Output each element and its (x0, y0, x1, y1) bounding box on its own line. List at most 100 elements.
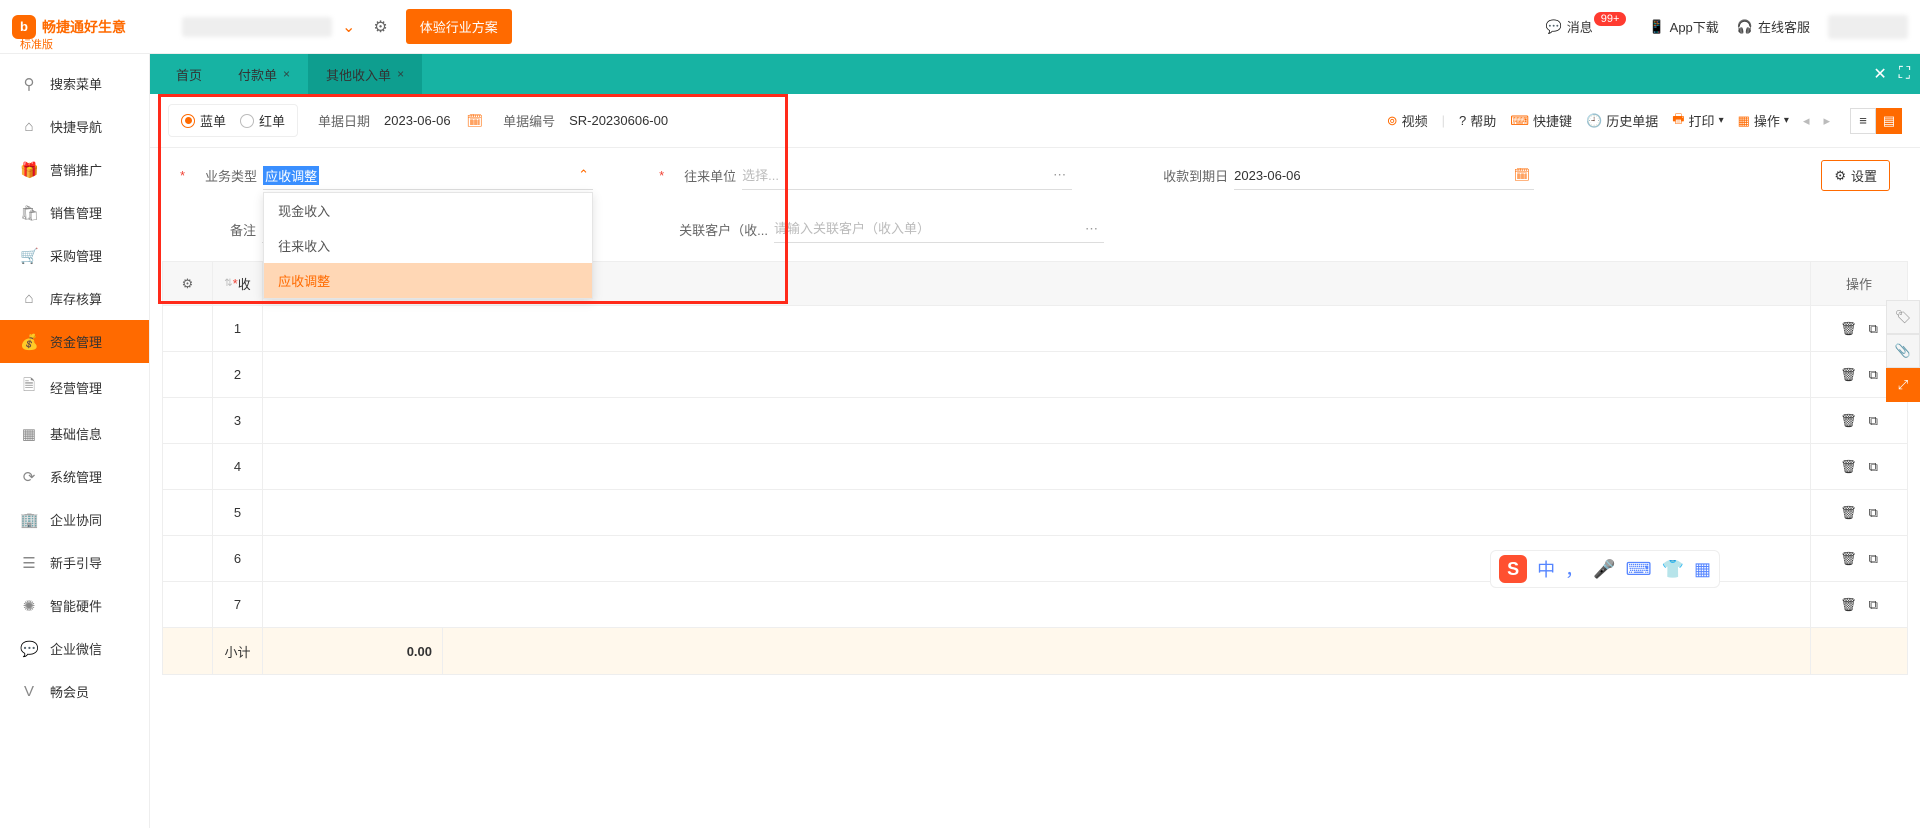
table-row[interactable]: 5🗑⧉ (163, 490, 1907, 536)
logo-subtitle: 标准版 (20, 36, 53, 52)
tab-other-income[interactable]: 其他收入单× (308, 54, 422, 94)
rel-customer-input[interactable] (774, 219, 1104, 238)
prev-icon[interactable]: ◂ (1803, 113, 1810, 129)
remark-label: 备注 (190, 220, 256, 239)
row-index: 1 (213, 306, 263, 351)
party-select[interactable]: ⋯ (742, 162, 1072, 190)
copy-icon[interactable]: ⧉ (1869, 367, 1878, 383)
gear-icon[interactable]: ⚙ (373, 17, 387, 37)
delete-icon[interactable]: 🗑 (1840, 459, 1857, 475)
history-link[interactable]: 🕘历史单据 (1586, 111, 1658, 130)
due-date-field[interactable]: 2023-06-06 🗓 (1234, 162, 1534, 190)
table-row[interactable]: 2🗑⧉ (163, 352, 1907, 398)
sidebar-item[interactable]: 🛍销售管理 (0, 191, 149, 234)
help-link[interactable]: ?帮助 (1459, 111, 1496, 130)
print-link[interactable]: 🖶打印▾ (1672, 110, 1723, 132)
sidebar-item[interactable]: ⟳系统管理 (0, 455, 149, 498)
attachment-icon[interactable]: 📎 (1886, 334, 1920, 368)
grid-sort-col[interactable]: ⇅*收 (213, 262, 263, 305)
rel-customer-field[interactable]: ⋯ (774, 215, 1104, 243)
copy-icon[interactable]: ⧉ (1869, 551, 1878, 567)
chevron-up-icon[interactable]: ⌃ (578, 167, 589, 183)
table-row[interactable]: 1 🗑 ⧉ (163, 306, 1907, 352)
tab-expand-icon[interactable]: ⛶ (1899, 65, 1910, 83)
sidebar-item[interactable]: ⚲搜索菜单 (0, 62, 149, 105)
expand-icon[interactable]: ⤢ (1886, 368, 1920, 402)
ime-zh-icon[interactable]: 中 (1537, 556, 1555, 582)
sidebar-item[interactable]: 🗎经营管理 (0, 363, 149, 412)
row-index: 6 (213, 536, 263, 581)
sidebar-item[interactable]: V畅会员 (0, 670, 149, 713)
apps-icon[interactable]: ▦ (1694, 559, 1711, 580)
copy-icon[interactable]: ⧉ (1869, 459, 1878, 475)
ime-punct-icon[interactable]: ， (1565, 556, 1583, 582)
sidebar-item[interactable]: ☰新手引导 (0, 541, 149, 584)
sidebar-item[interactable]: 🏢企业协同 (0, 498, 149, 541)
biz-type-select[interactable]: 应收调整 ⌃ 现金收入 往来收入 应收调整 (263, 162, 593, 190)
close-icon[interactable]: × (397, 67, 404, 81)
keyboard-icon[interactable]: ⌨ (1626, 559, 1652, 580)
radio-red[interactable]: 红单 (240, 111, 285, 130)
sidebar-item[interactable]: 💰资金管理 (0, 320, 149, 363)
sidebar-item[interactable]: ▦基础信息 (0, 412, 149, 455)
dropdown-option[interactable]: 现金收入 (264, 193, 592, 228)
copy-icon[interactable]: ⧉ (1869, 505, 1878, 521)
delete-icon[interactable]: 🗑 (1840, 597, 1857, 613)
ops-link[interactable]: ▦操作▾ (1738, 111, 1789, 130)
party-input[interactable] (742, 166, 1072, 185)
next-icon[interactable]: ▸ (1823, 113, 1830, 129)
table-row[interactable]: 4🗑⧉ (163, 444, 1907, 490)
delete-icon[interactable]: 🗑 (1840, 551, 1857, 567)
view-list-icon[interactable]: ≡ (1850, 108, 1876, 134)
tab-close-all-icon[interactable]: ✕ (1873, 64, 1886, 84)
sidebar-item-label: 快捷导航 (50, 117, 102, 136)
sidebar-item[interactable]: ⌂快捷导航 (0, 105, 149, 148)
tab-payment[interactable]: 付款单× (220, 54, 308, 94)
delete-icon[interactable]: 🗑 (1840, 367, 1857, 383)
delete-icon[interactable]: 🗑 (1840, 321, 1857, 337)
messages-link[interactable]: 💬 消息 99+ (1546, 17, 1631, 36)
view-card-icon[interactable]: ▤ (1876, 108, 1902, 134)
table-row[interactable]: 3🗑⧉ (163, 398, 1907, 444)
table-row[interactable]: 7🗑⧉ (163, 582, 1907, 628)
calendar-icon[interactable]: 🗓 (467, 113, 484, 129)
sidebar-item[interactable]: 🛒采购管理 (0, 234, 149, 277)
party-label: 往来单位 (670, 166, 736, 185)
sidebar-item-label: 智能硬件 (50, 596, 102, 615)
sidebar-item[interactable]: 💬企业微信 (0, 627, 149, 670)
delete-icon[interactable]: 🗑 (1840, 505, 1857, 521)
sidebar-item[interactable]: ✺智能硬件 (0, 584, 149, 627)
online-support-link[interactable]: 🎧 在线客服 (1737, 17, 1810, 36)
close-icon[interactable]: × (283, 67, 290, 81)
video-link[interactable]: ⊚视频 (1387, 111, 1428, 130)
ime-toolbar: S 中 ， 🎤 ⌨ 👕 ▦ (1490, 550, 1720, 588)
sidebar-item-icon: 🎁 (20, 161, 38, 179)
tag-icon[interactable]: 🏷 (1886, 300, 1920, 334)
org-selector[interactable]: ⌄ (182, 17, 355, 37)
dropdown-option[interactable]: 往来收入 (264, 228, 592, 263)
doc-type-radio-group: 蓝单 红单 (168, 104, 298, 137)
dropdown-option[interactable]: 应收调整 (264, 263, 592, 298)
shirt-icon[interactable]: 👕 (1662, 559, 1684, 580)
calendar-icon[interactable]: 🗓 (1514, 167, 1531, 183)
radio-blue[interactable]: 蓝单 (181, 111, 226, 130)
more-icon[interactable]: ⋯ (1053, 167, 1068, 183)
grid-settings-icon[interactable]: ⚙ (163, 262, 213, 305)
sidebar-item[interactable]: ⌂库存核算 (0, 277, 149, 320)
shortcut-link[interactable]: ⌨快捷键 (1510, 111, 1572, 130)
sidebar-item-label: 库存核算 (50, 289, 102, 308)
sogou-logo-icon[interactable]: S (1499, 555, 1527, 583)
settings-button[interactable]: ⚙设置 (1821, 160, 1890, 191)
copy-icon[interactable]: ⧉ (1869, 597, 1878, 613)
app-download-link[interactable]: 📱 App下载 (1648, 17, 1718, 36)
sidebar-item[interactable]: 🎁营销推广 (0, 148, 149, 191)
delete-icon[interactable]: 🗑 (1840, 413, 1857, 429)
tab-home[interactable]: 首页 (158, 54, 220, 94)
copy-icon[interactable]: ⧉ (1869, 321, 1878, 337)
microphone-icon[interactable]: 🎤 (1593, 559, 1615, 580)
user-avatar-blurred[interactable] (1828, 15, 1908, 39)
copy-icon[interactable]: ⧉ (1869, 413, 1878, 429)
chevron-down-icon: ▾ (1784, 115, 1789, 126)
cta-button[interactable]: 体验行业方案 (406, 9, 512, 44)
more-icon[interactable]: ⋯ (1085, 221, 1100, 237)
